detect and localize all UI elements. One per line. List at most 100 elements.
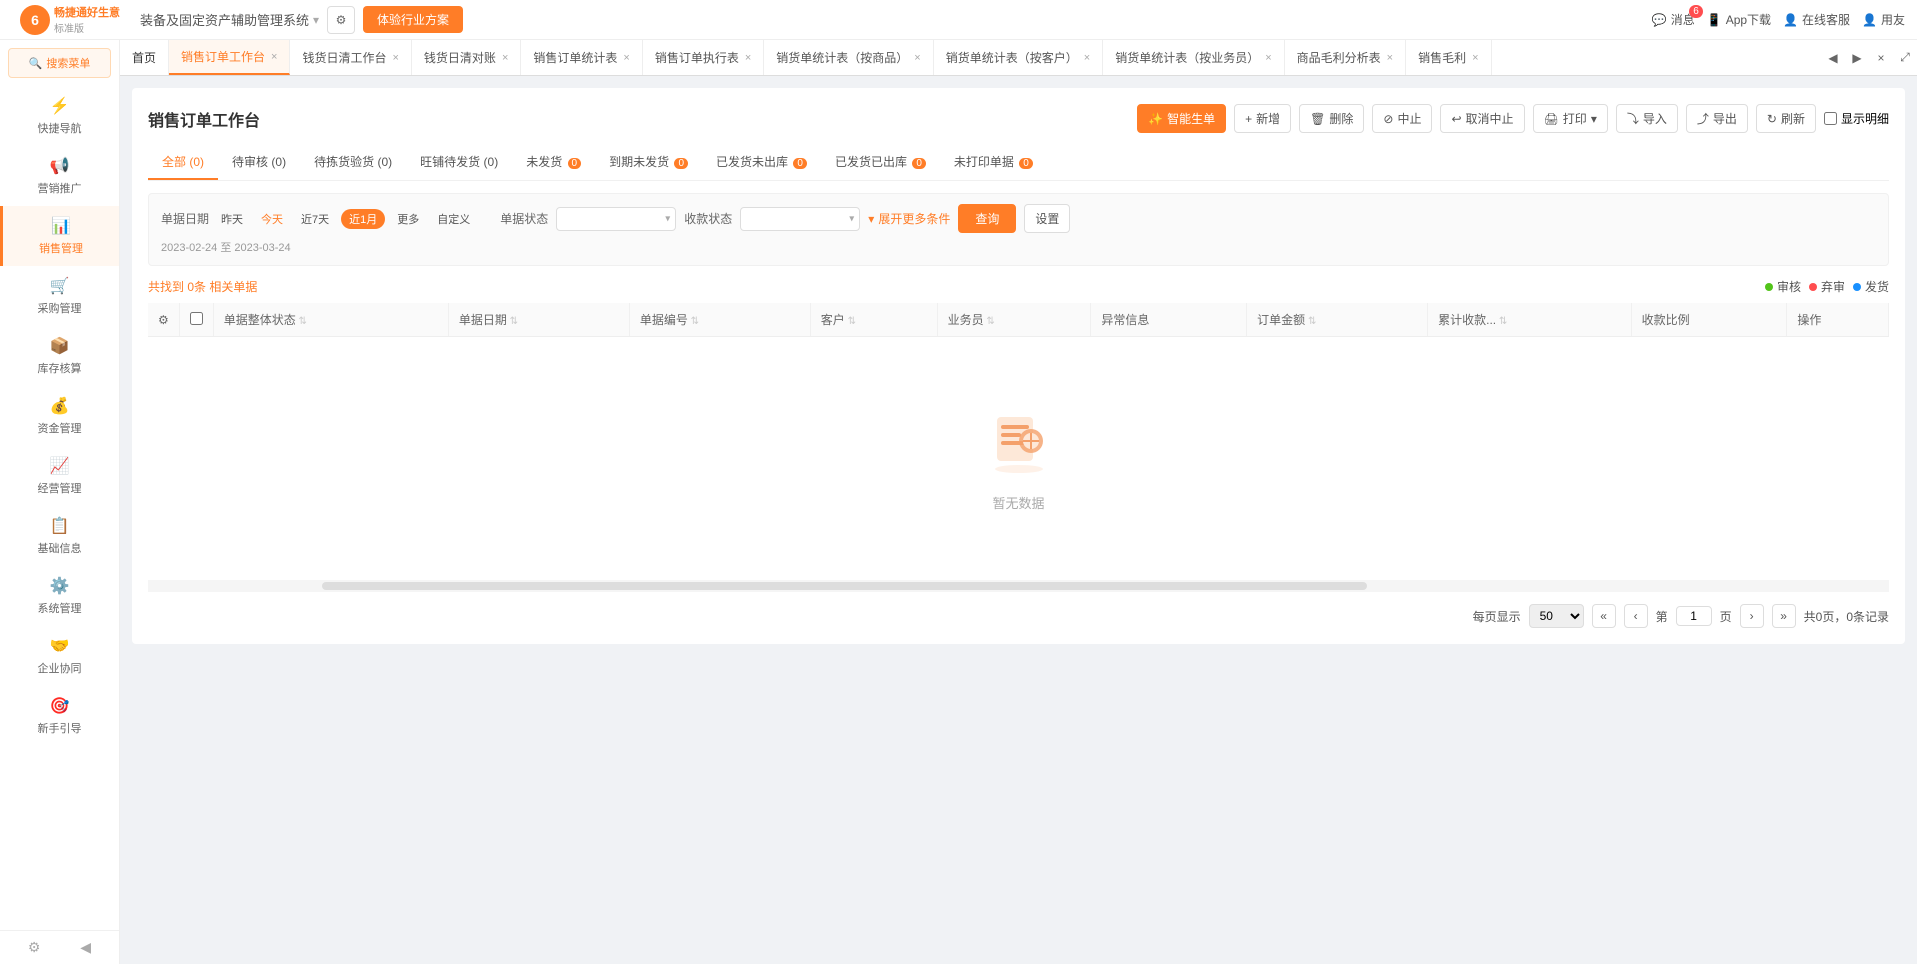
tab-sales-order-exec-close[interactable]: × xyxy=(745,52,751,64)
page-input[interactable] xyxy=(1676,606,1712,626)
tab-close-all-button[interactable]: × xyxy=(1869,46,1893,70)
tab-cash-daily[interactable]: 钱货日清工作台 × xyxy=(290,40,411,75)
filter-tab-wangpu-pending[interactable]: 旺铺待发货 (0) xyxy=(406,145,512,180)
sidebar-item-guide[interactable]: 🎯 新手引导 xyxy=(0,686,119,746)
tab-cash-daily-close[interactable]: × xyxy=(392,52,398,64)
filter-tab-shipped-not-out[interactable]: 已发货未出库 0 xyxy=(702,145,821,180)
col-settings-header[interactable]: ⚙ xyxy=(148,303,179,337)
tab-home[interactable]: 首页 xyxy=(120,40,169,75)
import-button[interactable]: ⤵ 导入 xyxy=(1616,104,1678,133)
scrollbar-thumb[interactable] xyxy=(322,582,1367,590)
status-select[interactable] xyxy=(556,207,676,231)
col-number-header[interactable]: 单据编号 xyxy=(629,303,810,337)
col-amount-header[interactable]: 订单金额 xyxy=(1247,303,1428,337)
print-button[interactable]: 🖨 打印 ▾ xyxy=(1533,104,1608,133)
col-collected-header[interactable]: 累计收款... xyxy=(1428,303,1632,337)
export-button[interactable]: ⤴ 导出 xyxy=(1686,104,1748,133)
date-quick-more[interactable]: 更多 xyxy=(391,209,425,229)
settings-button[interactable]: ⚙ xyxy=(327,6,355,34)
sidebar-settings-button[interactable]: ⚙ xyxy=(28,939,41,956)
date-quick-yesterday[interactable]: 昨天 xyxy=(215,209,249,229)
show-detail-checkbox[interactable] xyxy=(1824,112,1837,125)
tab-cash-reconcile-close[interactable]: × xyxy=(502,52,508,64)
filter-tab-expired-unshipped[interactable]: 到期未发货 0 xyxy=(595,145,702,180)
tab-sales-order-workbench-close[interactable]: × xyxy=(271,51,277,63)
show-detail-toggle[interactable]: 显示明细 xyxy=(1824,110,1889,127)
col-customer-header[interactable]: 客户 xyxy=(810,303,937,337)
tab-sales-stats-customer[interactable]: 销货单统计表（按客户） × xyxy=(934,40,1103,75)
sidebar-item-purchase[interactable]: 🛒 采购管理 xyxy=(0,266,119,326)
smart-generate-button[interactable]: ✨ 智能生单 xyxy=(1137,104,1226,133)
sidebar-item-basic-info[interactable]: 📋 基础信息 xyxy=(0,506,119,566)
tab-sales-order-workbench[interactable]: 销售订单工作台 × xyxy=(169,40,290,75)
select-all-checkbox[interactable] xyxy=(190,312,203,325)
cancel-review-quick-action[interactable]: 弃审 xyxy=(1809,278,1845,295)
sidebar-item-quick-nav[interactable]: ⚡ 快捷导航 xyxy=(0,86,119,146)
tab-sales-stats-product[interactable]: 销货单统计表（按商品） × xyxy=(764,40,933,75)
tab-sales-profit-close[interactable]: × xyxy=(1472,52,1478,64)
tab-sales-order-stats-close[interactable]: × xyxy=(623,52,629,64)
sidebar-item-marketing[interactable]: 📢 营销推广 xyxy=(0,146,119,206)
first-page-button[interactable]: « xyxy=(1592,604,1616,628)
online-service-item[interactable]: 👤 在线客服 xyxy=(1783,11,1850,28)
last-page-button[interactable]: » xyxy=(1772,604,1796,628)
filter-tab-pending-inspect[interactable]: 待拣货验货 (0) xyxy=(300,145,406,180)
ship-quick-action[interactable]: 发货 xyxy=(1853,278,1889,295)
tab-sales-stats-staff[interactable]: 销货单统计表（按业务员） × xyxy=(1103,40,1284,75)
tab-sales-order-exec[interactable]: 销售订单执行表 × xyxy=(643,40,764,75)
messages-item[interactable]: 💬 消息 6 xyxy=(1652,11,1695,28)
tab-sales-stats-customer-close[interactable]: × xyxy=(1084,52,1090,64)
tab-prev-button[interactable]: ◀ xyxy=(1821,46,1845,70)
sidebar-item-sales[interactable]: 📊 销售管理 xyxy=(0,206,119,266)
tab-sales-stats-staff-close[interactable]: × xyxy=(1265,52,1271,64)
refresh-button[interactable]: ↻ 刷新 xyxy=(1756,104,1816,133)
review-quick-action[interactable]: 审核 xyxy=(1765,278,1801,295)
filter-tab-unprinted[interactable]: 未打印单据 0 xyxy=(940,145,1047,180)
query-button[interactable]: 查询 xyxy=(958,204,1016,233)
sidebar-item-finance[interactable]: 💰 资金管理 xyxy=(0,386,119,446)
cancel-pause-button[interactable]: ↩ 取消中止 xyxy=(1440,104,1524,133)
filter-tab-pending-review[interactable]: 待审核 (0) xyxy=(218,145,300,180)
date-quick-today[interactable]: 今天 xyxy=(255,209,289,229)
filter-tab-shipped-out[interactable]: 已发货已出库 0 xyxy=(821,145,940,180)
tab-sales-stats-product-close[interactable]: × xyxy=(914,52,920,64)
date-quick-custom[interactable]: 自定义 xyxy=(431,209,476,229)
prev-page-button[interactable]: ‹ xyxy=(1624,604,1648,628)
per-page-select[interactable]: 20 50 100 xyxy=(1529,604,1584,628)
sidebar-item-operations[interactable]: 📈 经营管理 xyxy=(0,446,119,506)
horizontal-scrollbar[interactable] xyxy=(148,580,1889,592)
search-menu-button[interactable]: 🔍 搜索菜单 xyxy=(8,48,111,78)
filter-tab-all[interactable]: 全部 (0) xyxy=(148,145,218,180)
set-button[interactable]: 设置 xyxy=(1024,204,1070,233)
app-download-item[interactable]: 📱 App下载 xyxy=(1707,11,1771,28)
delete-button[interactable]: 🗑 删除 xyxy=(1299,104,1364,133)
tab-cash-reconcile[interactable]: 钱货日清对账 × xyxy=(412,40,521,75)
system-dropdown-icon[interactable]: ▾ xyxy=(313,13,319,27)
sidebar-item-inventory[interactable]: 📦 库存核算 xyxy=(0,326,119,386)
sidebar-collapse-button[interactable]: ◀ xyxy=(80,939,91,956)
col-check-header[interactable] xyxy=(179,303,213,337)
tab-maximize-button[interactable]: ⤢ xyxy=(1893,46,1917,70)
user-item[interactable]: 👤 用友 xyxy=(1862,11,1905,28)
pause-button[interactable]: ⊘ 中止 xyxy=(1372,104,1432,133)
tab-product-margin-close[interactable]: × xyxy=(1387,52,1393,64)
tab-next-button[interactable]: ▶ xyxy=(1845,46,1869,70)
expand-filters-button[interactable]: ▾ 展开更多条件 xyxy=(868,210,950,227)
sidebar-item-enterprise[interactable]: 🤝 企业协同 xyxy=(0,626,119,686)
filter-tab-not-shipped[interactable]: 未发货 0 xyxy=(512,145,595,180)
tab-sales-profit[interactable]: 销售毛利 × xyxy=(1406,40,1491,75)
tab-product-margin[interactable]: 商品毛利分析表 × xyxy=(1285,40,1406,75)
payment-select[interactable] xyxy=(740,207,860,231)
col-staff-header[interactable]: 业务员 xyxy=(937,303,1091,337)
filter-area: 单据日期 昨天 今天 近7天 近1月 更多 自定义 单据状态 xyxy=(148,193,1889,266)
next-page-button[interactable]: › xyxy=(1740,604,1764,628)
trial-button[interactable]: 体验行业方案 xyxy=(363,6,463,33)
date-quick-7days[interactable]: 近7天 xyxy=(295,209,335,229)
date-quick-1month[interactable]: 近1月 xyxy=(341,209,385,229)
col-status-header[interactable]: 单据整体状态 xyxy=(213,303,448,337)
top-bar-middle: 装备及固定资产辅助管理系统 ▾ ⚙ 体验行业方案 xyxy=(132,6,1652,34)
sidebar-item-system[interactable]: ⚙️ 系统管理 xyxy=(0,566,119,626)
add-button[interactable]: + 新增 xyxy=(1234,104,1291,133)
tab-sales-order-stats[interactable]: 销售订单统计表 × xyxy=(521,40,642,75)
col-date-header[interactable]: 单据日期 xyxy=(448,303,629,337)
